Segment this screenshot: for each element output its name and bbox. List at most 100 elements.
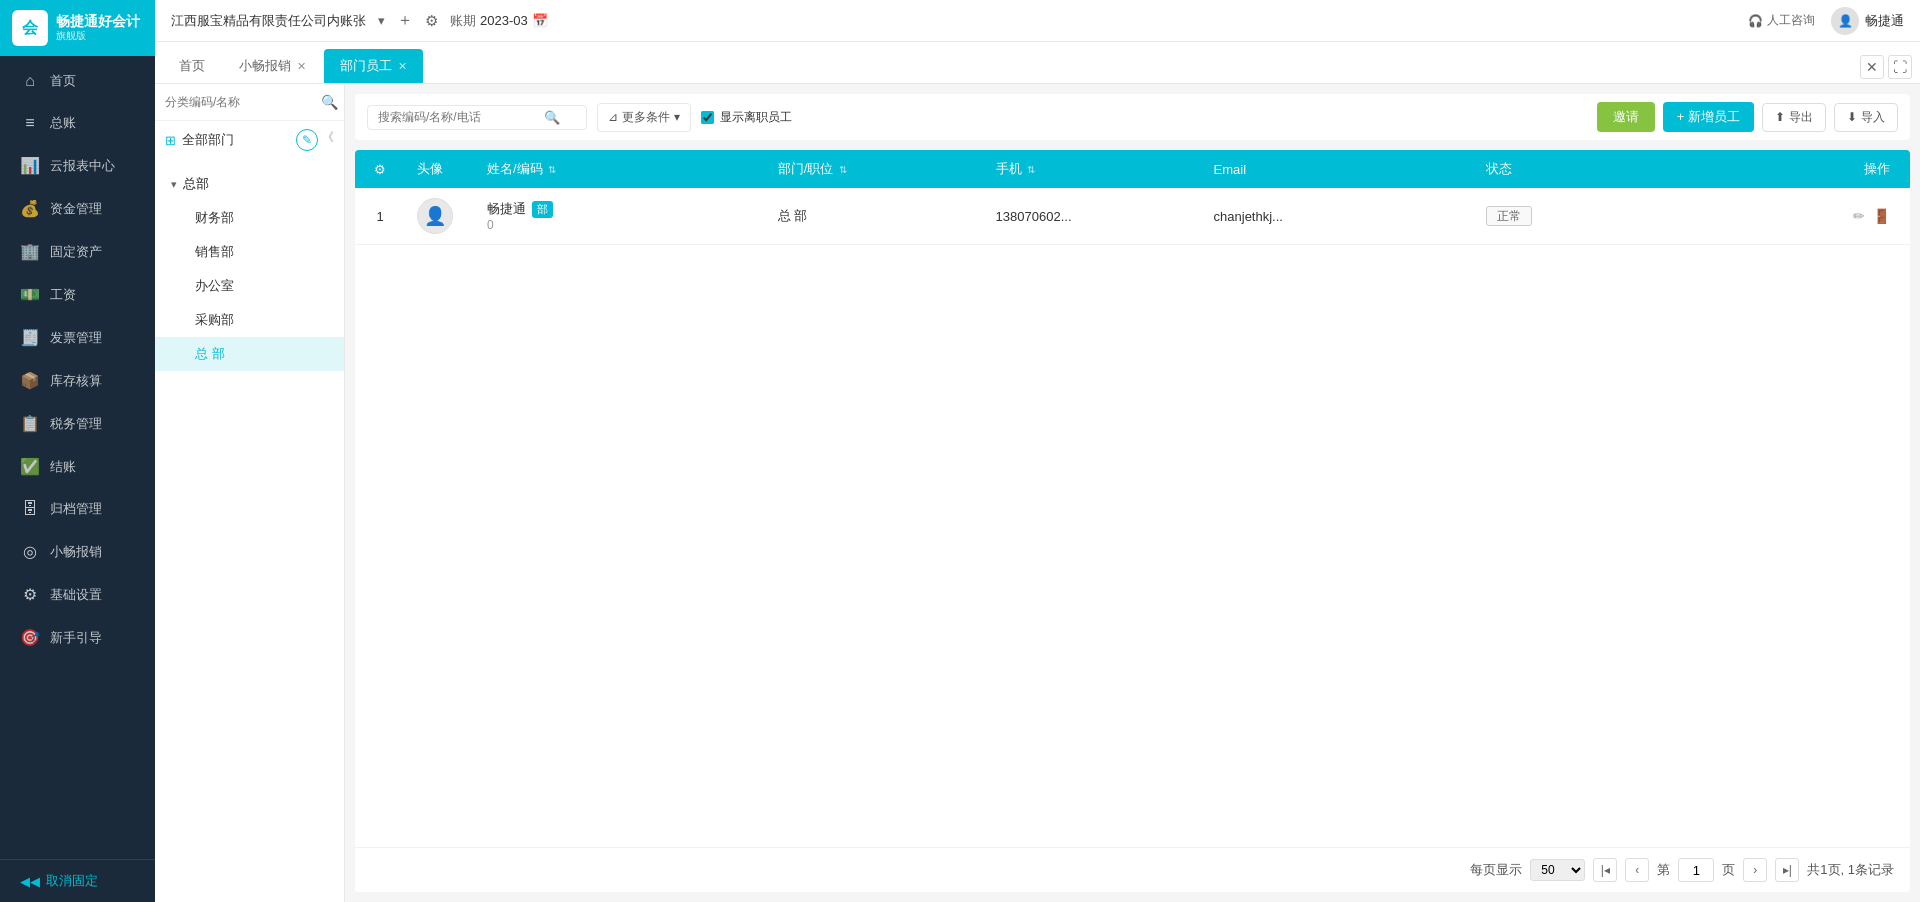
employee-dept-badge: 部 xyxy=(532,201,553,218)
company-dropdown-icon[interactable]: ▾ xyxy=(378,13,385,28)
dept-search-input[interactable] xyxy=(165,95,315,109)
page-label-before: 第 xyxy=(1657,861,1670,879)
collapse-tree-button[interactable]: 《 xyxy=(322,129,334,151)
dept-item-general[interactable]: ▾ 总部 xyxy=(155,167,344,201)
sidebar-item-tax[interactable]: 📋 税务管理 xyxy=(0,402,155,445)
dept-name: 总部 xyxy=(183,175,209,193)
app-subtitle: 旗舰版 xyxy=(56,29,140,43)
sidebar-item-inventory[interactable]: 📦 库存核算 xyxy=(0,359,155,402)
sidebar-item-funds[interactable]: 💰 资金管理 xyxy=(0,187,155,230)
col-name[interactable]: 姓名/编码 ⇅ xyxy=(475,150,766,188)
sidebar: 会 畅捷通好会计 旗舰版 ⌂ 首页 ≡ 总账 📊 云报表中心 💰 资金管理 🏢 … xyxy=(0,0,155,902)
sidebar-item-home[interactable]: ⌂ 首页 xyxy=(0,60,155,102)
expense-icon: ◎ xyxy=(20,542,40,561)
sidebar-item-archive[interactable]: 🗄 归档管理 xyxy=(0,488,155,530)
next-page-button[interactable]: › xyxy=(1743,858,1767,882)
employee-avatar: 👤 xyxy=(417,198,453,234)
col-name-sort-icon: ⇅ xyxy=(548,164,556,175)
per-page-select[interactable]: 50 20 100 xyxy=(1530,859,1585,881)
expand-tab-button[interactable]: ⛶ xyxy=(1888,55,1912,79)
sidebar-item-label: 云报表中心 xyxy=(50,157,115,175)
sidebar-item-settings[interactable]: ⚙ 基础设置 xyxy=(0,573,155,616)
edit-employee-button[interactable]: ✏ xyxy=(1853,208,1865,224)
show-resigned-checkbox[interactable] xyxy=(701,111,714,124)
tab-home[interactable]: 首页 xyxy=(163,49,221,83)
toolbar-right: 邀请 + 新增员工 ⬆ 导出 ⬇ 导入 xyxy=(1597,102,1898,132)
import-button[interactable]: ⬇ 导入 xyxy=(1834,103,1898,132)
sidebar-item-label: 工资 xyxy=(50,286,76,304)
col-settings[interactable]: ⚙ xyxy=(355,150,405,188)
dept-item-general2[interactable]: 总 部 xyxy=(155,337,344,371)
invoice-icon: 🧾 xyxy=(20,328,40,347)
filter-label: 更多条件 xyxy=(622,109,670,126)
more-filter-button[interactable]: ⊿ 更多条件 ▾ xyxy=(597,103,691,132)
sidebar-item-label: 固定资产 xyxy=(50,243,102,261)
pin-icon: ◀◀ xyxy=(20,874,40,889)
export-button[interactable]: ⬆ 导出 xyxy=(1762,103,1826,132)
employee-toolbar: 🔍 ⊿ 更多条件 ▾ 显示离职员工 邀请 + 新增员工 ⬆ 导出 xyxy=(355,94,1910,140)
show-resigned-checkbox-label[interactable]: 显示离职员工 xyxy=(701,109,792,126)
support-button[interactable]: 🎧 人工咨询 xyxy=(1748,12,1815,29)
add-company-button[interactable]: ＋ xyxy=(397,10,413,31)
add-employee-button[interactable]: + 新增员工 xyxy=(1663,102,1754,132)
dept-name: 办公室 xyxy=(195,277,234,295)
dept-item-purchase[interactable]: 采购部 xyxy=(155,303,344,337)
dept-item-sales[interactable]: 销售部 xyxy=(155,235,344,269)
col-phone[interactable]: 手机 ⇅ xyxy=(984,150,1202,188)
settings-gear-icon[interactable]: ⚙ xyxy=(425,12,438,30)
sidebar-item-reports[interactable]: 📊 云报表中心 xyxy=(0,144,155,187)
row-num: 1 xyxy=(355,188,405,245)
user-name: 畅捷通 xyxy=(1865,12,1904,30)
sidebar-item-label: 小畅报销 xyxy=(50,543,102,561)
employee-name: 畅捷通 xyxy=(487,200,526,218)
tab-expense[interactable]: 小畅报销 ✕ xyxy=(223,49,322,83)
current-page-input[interactable] xyxy=(1678,858,1714,882)
delete-employee-button[interactable]: 🚪 xyxy=(1873,208,1890,224)
dept-name: 总 部 xyxy=(195,345,225,363)
col-dept[interactable]: 部门/职位 ⇅ xyxy=(766,150,984,188)
tab-dept-employee-close[interactable]: ✕ xyxy=(398,60,407,73)
tab-home-label: 首页 xyxy=(179,57,205,75)
settings-icon: ⚙ xyxy=(20,585,40,604)
user-menu[interactable]: 👤 畅捷通 xyxy=(1831,7,1904,35)
dept-item-finance[interactable]: 财务部 xyxy=(155,201,344,235)
dept-tree-header: ⊞ 全部部门 ✎ 《 xyxy=(155,121,344,159)
calendar-icon[interactable]: 📅 xyxy=(532,13,548,28)
add-dept-button[interactable]: ✎ xyxy=(296,129,318,151)
period-label: 账期 xyxy=(450,12,476,30)
dept-item-office[interactable]: 办公室 xyxy=(155,269,344,303)
sidebar-item-label: 总账 xyxy=(50,114,76,132)
table-empty-space xyxy=(355,245,1910,847)
archive-icon: 🗄 xyxy=(20,500,40,518)
row-dept-cell: 总 部 xyxy=(766,188,984,245)
period-value[interactable]: 2023-03 xyxy=(480,13,528,28)
last-page-button[interactable]: ▸| xyxy=(1775,858,1799,882)
sidebar-item-guide[interactable]: 🎯 新手引导 xyxy=(0,616,155,659)
dept-name: 销售部 xyxy=(195,243,234,261)
sidebar-item-expense[interactable]: ◎ 小畅报销 xyxy=(0,530,155,573)
sidebar-item-assets[interactable]: 🏢 固定资产 xyxy=(0,230,155,273)
tab-dept-employee-label: 部门员工 xyxy=(340,57,392,75)
export-icon: ⬆ xyxy=(1775,110,1785,124)
tab-dept-employee[interactable]: 部门员工 ✕ xyxy=(324,49,423,83)
funds-icon: 💰 xyxy=(20,199,40,218)
sidebar-item-payroll[interactable]: 💵 工资 xyxy=(0,273,155,316)
logo-text-block: 畅捷通好会计 旗舰版 xyxy=(56,13,140,44)
first-page-button[interactable]: |◂ xyxy=(1593,858,1617,882)
sidebar-item-closing[interactable]: ✅ 结账 xyxy=(0,445,155,488)
employee-table-container: ⚙ 头像 姓名/编码 ⇅ 部门/职位 ⇅ 手机 xyxy=(355,150,1910,892)
dept-name: 财务部 xyxy=(195,209,234,227)
sidebar-pin-button[interactable]: ◀◀ 取消固定 xyxy=(0,859,155,902)
total-records-label: 共1页, 1条记录 xyxy=(1807,861,1894,879)
employee-search-icon[interactable]: 🔍 xyxy=(544,110,560,125)
dept-search-icon[interactable]: 🔍 xyxy=(321,94,338,110)
sidebar-item-ledger[interactable]: ≡ 总账 xyxy=(0,102,155,144)
per-page-label: 每页显示 xyxy=(1470,861,1522,879)
table-header-row: ⚙ 头像 姓名/编码 ⇅ 部门/职位 ⇅ 手机 xyxy=(355,150,1910,188)
tab-expense-close[interactable]: ✕ xyxy=(297,60,306,73)
prev-page-button[interactable]: ‹ xyxy=(1625,858,1649,882)
sidebar-item-invoice[interactable]: 🧾 发票管理 xyxy=(0,316,155,359)
close-tab-button[interactable]: ✕ xyxy=(1860,55,1884,79)
invite-button[interactable]: 邀请 xyxy=(1597,102,1655,132)
employee-search-input[interactable] xyxy=(378,110,538,124)
